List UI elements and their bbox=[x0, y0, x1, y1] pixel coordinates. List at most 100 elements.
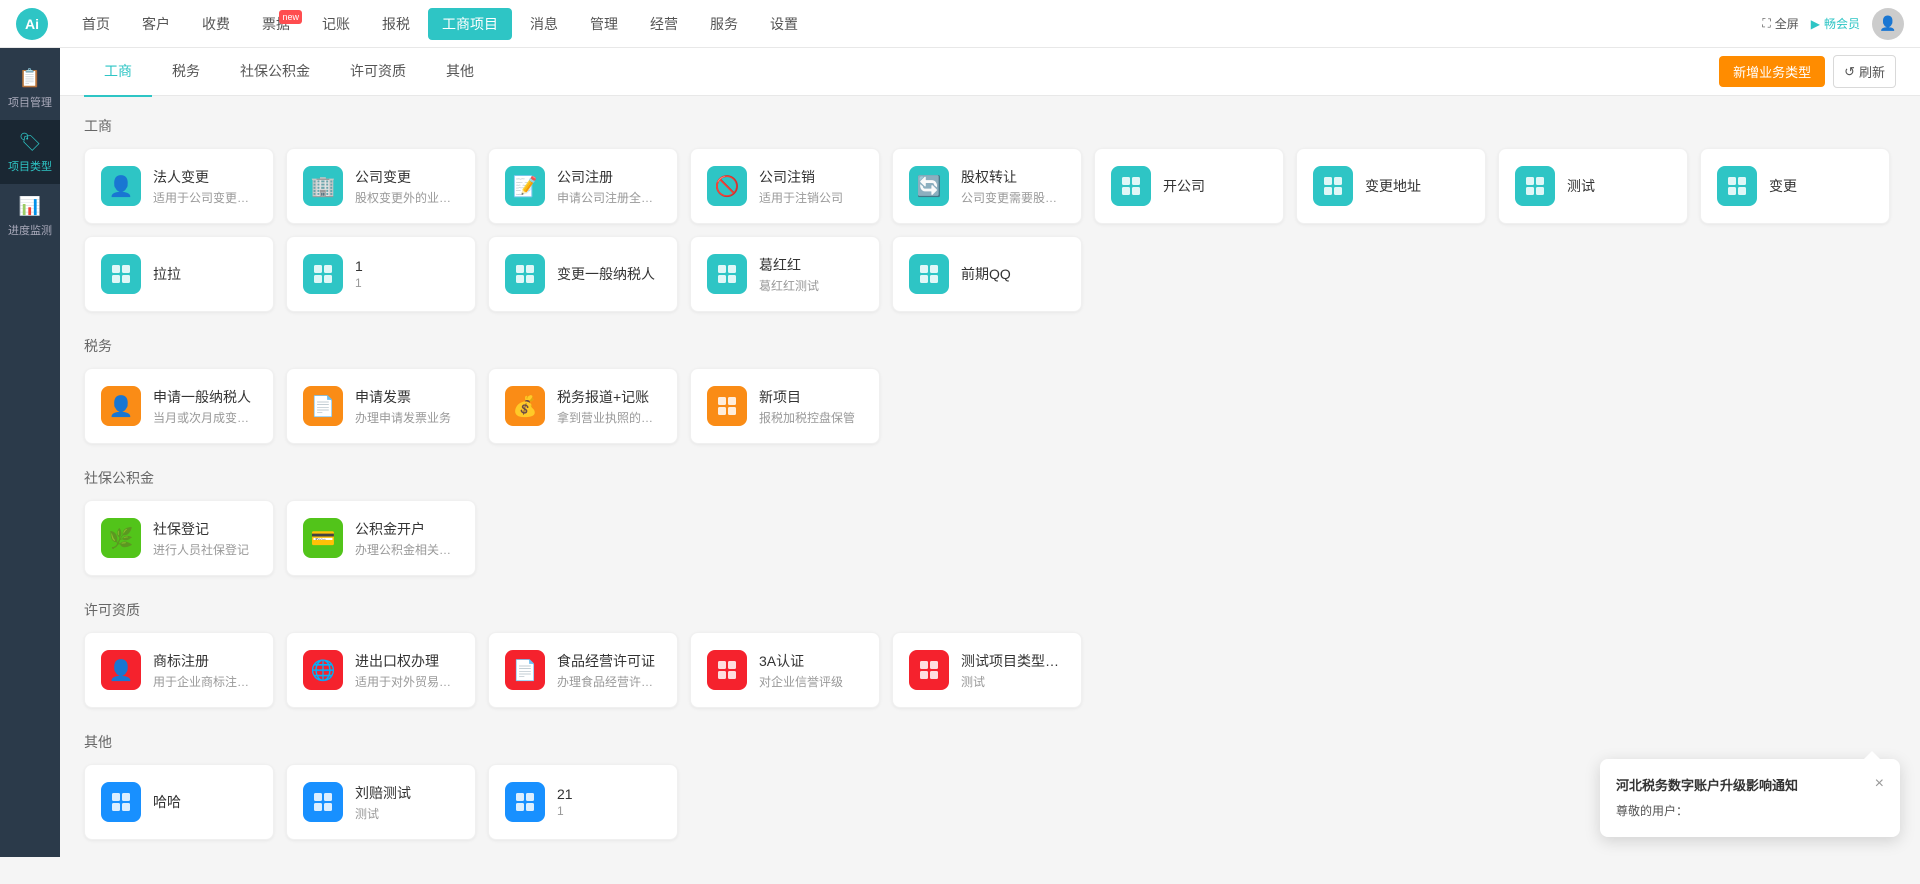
card-pre-qq[interactable]: 前期QQ bbox=[892, 236, 1082, 312]
card-info-haha: 哈哈 bbox=[153, 792, 257, 812]
sub-tab-license[interactable]: 许可资质 bbox=[330, 47, 426, 97]
notification-close-icon[interactable]: × bbox=[1875, 775, 1884, 793]
sub-tab-other[interactable]: 其他 bbox=[426, 47, 494, 97]
new-type-button[interactable]: 新增业务类型 bbox=[1719, 56, 1825, 87]
card-legal-change[interactable]: 👤法人变更适用于公司变更法人 bbox=[84, 148, 274, 224]
avatar[interactable]: 👤 bbox=[1872, 8, 1904, 40]
card-desc-social-register: 进行人员社保登记 bbox=[153, 541, 257, 558]
card-icon-twenty-one bbox=[505, 782, 545, 822]
card-desc-one: 1 bbox=[355, 276, 459, 290]
card-title-fund-open: 公积金开户 bbox=[355, 519, 459, 539]
section-tax: 税务 👤申请一般纳税人当月或次月成变更完成📄申请发票办理申请发票业务💰税务报道+记… bbox=[84, 336, 1896, 444]
card-info-one: 11 bbox=[355, 258, 459, 290]
card-info-import-export: 进出口权办理适用于对外贸易经营者 bbox=[355, 651, 459, 690]
sidebar-item-project-type[interactable]: 🏷 项目类型 bbox=[0, 120, 60, 184]
notification-arrow bbox=[1864, 751, 1880, 759]
section-title-tax: 税务 bbox=[84, 336, 1896, 356]
card-title-open-company: 开公司 bbox=[1163, 176, 1267, 196]
card-icon-3a-cert bbox=[707, 650, 747, 690]
card-desc-food-license: 办理食品经营许可证 bbox=[557, 673, 661, 690]
card-desc-fund-open: 办理公积金相关业务 bbox=[355, 541, 459, 558]
card-test-type[interactable]: 测试项目类型目定义测试 bbox=[892, 632, 1082, 708]
sub-tab-social[interactable]: 社保公积金 bbox=[220, 47, 330, 97]
card-info-3a-cert: 3A认证对企业信誉评级 bbox=[759, 651, 863, 690]
nav-item-manage[interactable]: 管理 bbox=[576, 8, 632, 40]
nav-item-setting[interactable]: 设置 bbox=[756, 8, 812, 40]
card-company-register[interactable]: 📝公司注册申请公司注册全流程 bbox=[488, 148, 678, 224]
card-apply-invoice[interactable]: 📄申请发票办理申请发票业务 bbox=[286, 368, 476, 444]
card-one[interactable]: 11 bbox=[286, 236, 476, 312]
section-industry: 工商👤法人变更适用于公司变更法人🏢公司变更股权变更外的业务变更📝公司注册申请公司… bbox=[84, 116, 1896, 312]
card-icon-liupei-test bbox=[303, 782, 343, 822]
sidebar-item-project-manage[interactable]: 📋 项目管理 bbox=[0, 56, 60, 120]
card-title-test: 测试 bbox=[1567, 176, 1671, 196]
card-gehonghong[interactable]: 葛红红葛红红测试 bbox=[690, 236, 880, 312]
card-desc-company-register: 申请公司注册全流程 bbox=[557, 189, 661, 206]
card-title-one: 1 bbox=[355, 258, 459, 274]
card-title-trademark: 商标注册 bbox=[153, 651, 257, 671]
card-haha[interactable]: 哈哈 bbox=[84, 764, 274, 840]
card-liupei-test[interactable]: 刘赔测试测试 bbox=[286, 764, 476, 840]
card-tax-report-account[interactable]: 💰税务报道+记账拿到营业执照的新公司 bbox=[488, 368, 678, 444]
card-social-register[interactable]: 🌿社保登记进行人员社保登记 bbox=[84, 500, 274, 576]
card-lala[interactable]: 拉拉 bbox=[84, 236, 274, 312]
card-equity-transfer[interactable]: 🔄股权转让公司变更需要股权转让 bbox=[892, 148, 1082, 224]
card-title-import-export: 进出口权办理 bbox=[355, 651, 459, 671]
card-info-change: 变更 bbox=[1769, 176, 1873, 196]
card-import-export[interactable]: 🌐进出口权办理适用于对外贸易经营者 bbox=[286, 632, 476, 708]
nav-item-service[interactable]: 服务 bbox=[696, 8, 752, 40]
cards-grid-tax: 👤申请一般纳税人当月或次月成变更完成📄申请发票办理申请发票业务💰税务报道+记账拿… bbox=[84, 368, 1896, 444]
sub-tab-tax[interactable]: 税务 bbox=[152, 47, 220, 97]
nav-item-operate[interactable]: 经营 bbox=[636, 8, 692, 40]
top-navigation: Ai 首页客户收费票据new记账报税工商项目消息管理经营服务设置 ⛶ 全屏 ▶ … bbox=[0, 0, 1920, 48]
card-twenty-one[interactable]: 211 bbox=[488, 764, 678, 840]
card-trademark[interactable]: 👤商标注册用于企业商标注册服务 bbox=[84, 632, 274, 708]
card-icon-change-taxpayer bbox=[505, 254, 545, 294]
card-open-company[interactable]: 开公司 bbox=[1094, 148, 1284, 224]
card-test[interactable]: 测试 bbox=[1498, 148, 1688, 224]
card-icon-change-address bbox=[1313, 166, 1353, 206]
sub-tab-industry[interactable]: 工商 bbox=[84, 47, 152, 97]
nav-item-fee[interactable]: 收费 bbox=[188, 8, 244, 40]
sidebar-item-label: 项目管理 bbox=[8, 94, 52, 110]
card-company-change[interactable]: 🏢公司变更股权变更外的业务变更 bbox=[286, 148, 476, 224]
card-change-taxpayer[interactable]: 变更一般纳税人 bbox=[488, 236, 678, 312]
nav-item-client[interactable]: 客户 bbox=[128, 8, 184, 40]
nav-item-ticket[interactable]: 票据new bbox=[248, 8, 304, 40]
card-company-cancel[interactable]: 🚫公司注销适用于注销公司 bbox=[690, 148, 880, 224]
card-change[interactable]: 变更 bbox=[1700, 148, 1890, 224]
card-icon-lala bbox=[101, 254, 141, 294]
nav-item-account[interactable]: 记账 bbox=[308, 8, 364, 40]
card-title-change-address: 变更地址 bbox=[1365, 176, 1469, 196]
sidebar-item-progress-monitor[interactable]: 📊 进度监测 bbox=[0, 184, 60, 248]
card-info-tax-report-account: 税务报道+记账拿到营业执照的新公司 bbox=[557, 387, 661, 426]
card-change-address[interactable]: 变更地址 bbox=[1296, 148, 1486, 224]
section-license: 许可资质👤商标注册用于企业商标注册服务🌐进出口权办理适用于对外贸易经营者📄食品经… bbox=[84, 600, 1896, 708]
nav-item-tax[interactable]: 报税 bbox=[368, 8, 424, 40]
card-title-twenty-one: 21 bbox=[557, 786, 661, 802]
card-food-license[interactable]: 📄食品经营许可证办理食品经营许可证 bbox=[488, 632, 678, 708]
sub-tabs-bar: 工商税务社保公积金许可资质其他 新增业务类型 ↺ 刷新 bbox=[60, 48, 1920, 96]
nav-item-message[interactable]: 消息 bbox=[516, 8, 572, 40]
card-title-3a-cert: 3A认证 bbox=[759, 651, 863, 671]
refresh-button[interactable]: ↺ 刷新 bbox=[1833, 55, 1896, 88]
nav-item-home[interactable]: 首页 bbox=[68, 8, 124, 40]
card-desc-apply-invoice: 办理申请发票业务 bbox=[355, 409, 459, 426]
card-3a-cert[interactable]: 3A认证对企业信誉评级 bbox=[690, 632, 880, 708]
card-apply-taxpayer[interactable]: 👤申请一般纳税人当月或次月成变更完成 bbox=[84, 368, 274, 444]
card-info-open-company: 开公司 bbox=[1163, 176, 1267, 196]
nav-item-industry[interactable]: 工商项目 bbox=[428, 8, 512, 40]
member-button[interactable]: ▶ 畅会员 bbox=[1811, 15, 1860, 32]
card-icon-haha bbox=[101, 782, 141, 822]
nav-menu: 首页客户收费票据new记账报税工商项目消息管理经营服务设置 bbox=[68, 8, 1762, 40]
card-info-change-taxpayer: 变更一般纳税人 bbox=[557, 264, 661, 284]
fullscreen-button[interactable]: ⛶ 全屏 bbox=[1762, 15, 1798, 32]
cards-grid-license: 👤商标注册用于企业商标注册服务🌐进出口权办理适用于对外贸易经营者📄食品经营许可证… bbox=[84, 632, 1896, 708]
section-title-social: 社保公积金 bbox=[84, 468, 1896, 488]
progress-monitor-icon: 📊 bbox=[18, 194, 42, 218]
card-desc-tax-report-account: 拿到营业执照的新公司 bbox=[557, 409, 661, 426]
card-info-liupei-test: 刘赔测试测试 bbox=[355, 783, 459, 822]
card-fund-open[interactable]: 💳公积金开户办理公积金相关业务 bbox=[286, 500, 476, 576]
card-info-food-license: 食品经营许可证办理食品经营许可证 bbox=[557, 651, 661, 690]
card-new-project[interactable]: 新项目报税加税控盘保管 bbox=[690, 368, 880, 444]
